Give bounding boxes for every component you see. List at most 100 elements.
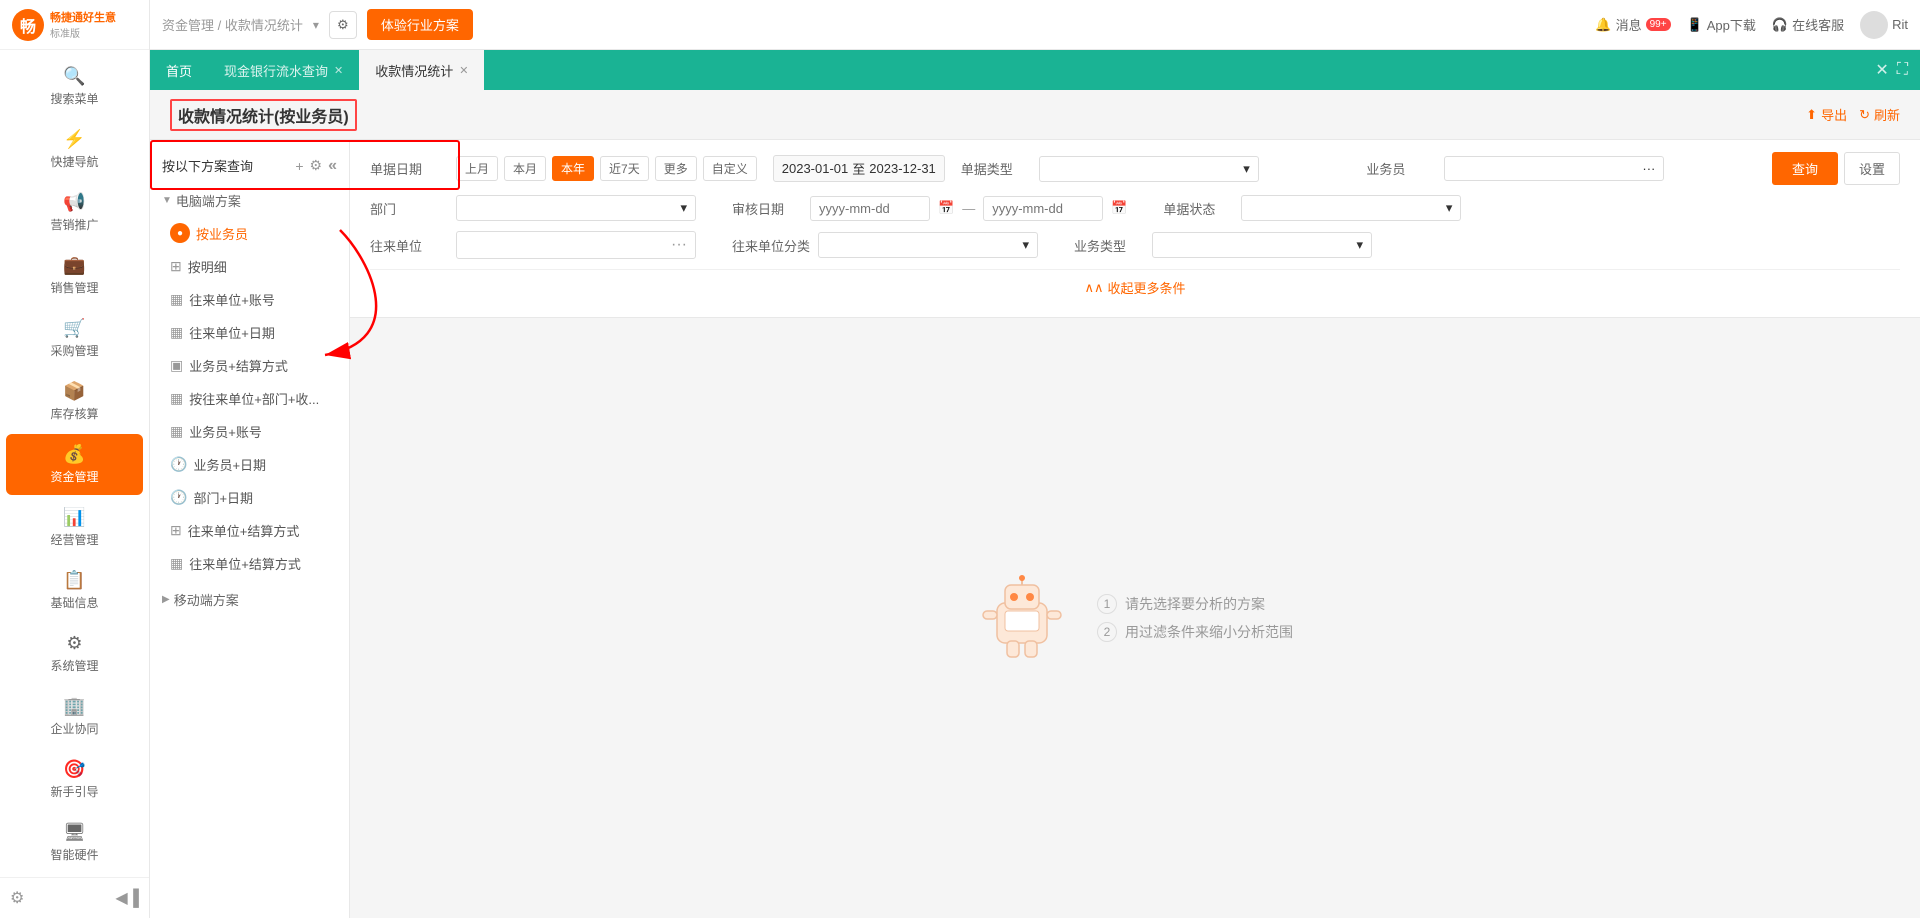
phone-icon: 📱 — [1687, 17, 1703, 33]
expand-mobile-icon: ▶ — [162, 594, 170, 605]
date-7days[interactable]: 近7天 — [600, 156, 649, 181]
calendar-from-icon[interactable]: 📅 — [938, 200, 954, 216]
tab-home[interactable]: 首页 — [150, 50, 208, 90]
refresh-btn[interactable]: ↻ 刷新 — [1859, 105, 1900, 124]
inventory-icon: 📦 — [63, 381, 85, 402]
date-more[interactable]: 更多 — [655, 156, 697, 181]
sidebar-item-sales[interactable]: 💼 销售管理 — [6, 245, 143, 306]
result-area: 1 请先选择要分析的方案 2 用过滤条件来缩小分析范围 — [350, 318, 1920, 918]
settings-footer-btn[interactable]: ⚙ — [10, 888, 24, 908]
mobile-section: ▶ 移动端方案 — [150, 584, 349, 615]
message-badge: 99+ — [1646, 18, 1671, 31]
hardware-icon: 🖥 — [63, 822, 86, 843]
scheme-item-dept-date[interactable]: 🕐 部门+日期 — [150, 481, 349, 514]
sidebar-item-marketing[interactable]: 📢 营销推广 — [6, 182, 143, 243]
scheme-item-salesperson-payment[interactable]: ▣ 业务员+结算方式 — [150, 349, 349, 382]
bar-icon: ▣ — [170, 357, 183, 374]
scheme-item-partner-payment1[interactable]: ⊞ 往来单位+结算方式 — [150, 514, 349, 547]
window-maximize-btn[interactable]: ⛶ — [1897, 61, 1908, 79]
logo-area: 畅 畅捷通好生意 标准版 — [0, 0, 149, 50]
date-this-year[interactable]: 本年 — [552, 156, 594, 181]
dept-label: 部门 — [370, 199, 440, 218]
sidebar-item-finance[interactable]: 💰 资金管理 — [6, 434, 143, 495]
hint-num-2: 2 — [1097, 622, 1117, 642]
biz-type-label: 业务类型 — [1074, 236, 1144, 255]
doc-type-select[interactable]: ▾ — [1039, 156, 1259, 182]
counterpart-type-label: 往来单位分类 — [732, 236, 810, 255]
add-scheme-btn[interactable]: + — [295, 158, 303, 174]
message-btn[interactable]: 🔔 消息 99+ — [1595, 15, 1670, 34]
logo-text: 畅捷通好生意 标准版 — [50, 9, 116, 40]
guide-icon: 🎯 — [63, 759, 85, 780]
sidebar-item-hardware[interactable]: 🖥 智能硬件 — [6, 812, 143, 873]
counterpart-type-select[interactable]: ▾ — [818, 232, 1038, 258]
user-avatar — [1860, 11, 1888, 39]
salesperson-select[interactable]: ··· — [1444, 156, 1664, 181]
hint-2: 2 用过滤条件来缩小分析范围 — [1097, 622, 1293, 642]
refresh-icon: ↻ — [1859, 107, 1870, 123]
scheme-item-detail[interactable]: ⊞ 按明细 — [150, 250, 349, 283]
dept-select[interactable]: ▾ — [456, 195, 696, 221]
more-icon: ··· — [1642, 161, 1655, 176]
date-this-month[interactable]: 本月 — [504, 156, 546, 181]
gear-btn[interactable]: ⚙ — [329, 11, 357, 39]
scheme-item-salesperson-date[interactable]: 🕐 业务员+日期 — [150, 448, 349, 481]
query-btn[interactable]: 查询 — [1772, 152, 1838, 185]
counterpart-select[interactable]: ··· — [456, 231, 696, 259]
expand-icon: ▼ — [162, 195, 172, 206]
doc-status-label: 单据状态 — [1163, 199, 1233, 218]
app-download-btn[interactable]: 📱 App下载 — [1687, 15, 1756, 34]
sidebar-item-basicinfo[interactable]: 📋 基础信息 — [6, 560, 143, 621]
window-close-btn[interactable]: ✕ — [1875, 60, 1888, 80]
date-label: 单据日期 — [370, 159, 440, 178]
pc-section-title[interactable]: ▼ 电脑端方案 — [150, 185, 349, 216]
online-service-btn[interactable]: 🎧 在线客服 — [1772, 15, 1844, 34]
tab-bank[interactable]: 现金银行流水查询 ✕ — [208, 50, 359, 90]
empty-robot-illustration — [977, 573, 1067, 663]
system-icon: ⚙ — [66, 633, 82, 654]
date-last-month[interactable]: 上月 — [456, 156, 498, 181]
review-date-to[interactable] — [983, 196, 1103, 221]
settings-query-btn[interactable]: 设置 — [1844, 152, 1900, 185]
mobile-section-title[interactable]: ▶ 移动端方案 — [150, 584, 349, 615]
sidebar-item-guide[interactable]: 🎯 新手引导 — [6, 749, 143, 810]
top-bar: 资金管理 / 收款情况统计 ▾ ⚙ 体验行业方案 🔔 消息 99+ 📱 App下… — [150, 0, 1920, 50]
right-panel: 单据日期 上月 本月 本年 近7天 更多 自定义 2023-01-01 至 — [350, 140, 1920, 918]
breadcrumb-chevron[interactable]: ▾ — [313, 18, 319, 32]
close-tab-bank[interactable]: ✕ — [334, 64, 343, 77]
scheme-item-salesperson[interactable]: ● 按业务员 — [150, 216, 349, 250]
table3-icon: ▦ — [170, 390, 183, 407]
scheme-settings-btn[interactable]: ⚙ — [310, 157, 323, 174]
date-custom[interactable]: 自定义 — [703, 156, 757, 181]
sidebar-item-search[interactable]: 🔍 搜索菜单 — [6, 56, 143, 117]
bell-icon: 🔔 — [1595, 17, 1611, 33]
scheme-item-partner-account[interactable]: ▦ 往来单位+账号 — [150, 283, 349, 316]
sidebar-item-purchase[interactable]: 🛒 采购管理 — [6, 308, 143, 369]
marketing-icon: 📢 — [63, 192, 85, 213]
doc-status-select[interactable]: ▾ — [1241, 195, 1461, 221]
scheme-item-partner-payment2[interactable]: ▦ 往来单位+结算方式 — [150, 547, 349, 580]
close-tab-collection[interactable]: ✕ — [459, 64, 468, 77]
counterpart-more-icon[interactable]: ··· — [671, 236, 687, 254]
tab-collection[interactable]: 收款情况统计 ✕ — [359, 50, 484, 90]
sidebar-item-corp[interactable]: 🏢 企业协同 — [6, 686, 143, 747]
collapse-sidebar-btn[interactable]: ◀▐ — [115, 888, 139, 908]
basicinfo-icon: 📋 — [63, 570, 85, 591]
scheme-item-partner-dept[interactable]: ▦ 按往来单位+部门+收... — [150, 382, 349, 415]
sidebar-item-quicknav[interactable]: ⚡ 快捷导航 — [6, 119, 143, 180]
sidebar-item-operation[interactable]: 📊 经营管理 — [6, 497, 143, 558]
review-date-from[interactable] — [810, 196, 930, 221]
collapse-panel-btn[interactable]: « — [328, 157, 337, 175]
grid-icon: ⊞ — [170, 258, 182, 275]
biz-type-select[interactable]: ▾ — [1152, 232, 1372, 258]
calendar-to-icon[interactable]: 📅 — [1111, 200, 1127, 216]
scheme-item-salesperson-acct[interactable]: ▦ 业务员+账号 — [150, 415, 349, 448]
sidebar-item-inventory[interactable]: 📦 库存核算 — [6, 371, 143, 432]
scheme-item-partner-date[interactable]: ▦ 往来单位+日期 — [150, 316, 349, 349]
main-content: 资金管理 / 收款情况统计 ▾ ⚙ 体验行业方案 🔔 消息 99+ 📱 App下… — [150, 0, 1920, 918]
export-btn[interactable]: ⬆ 导出 — [1806, 105, 1847, 124]
collapse-filters-btn[interactable]: ∧∧ 收起更多条件 — [370, 269, 1900, 305]
user-profile[interactable]: Rit — [1860, 11, 1908, 39]
trial-btn[interactable]: 体验行业方案 — [367, 9, 473, 40]
sidebar-item-system[interactable]: ⚙ 系统管理 — [6, 623, 143, 684]
